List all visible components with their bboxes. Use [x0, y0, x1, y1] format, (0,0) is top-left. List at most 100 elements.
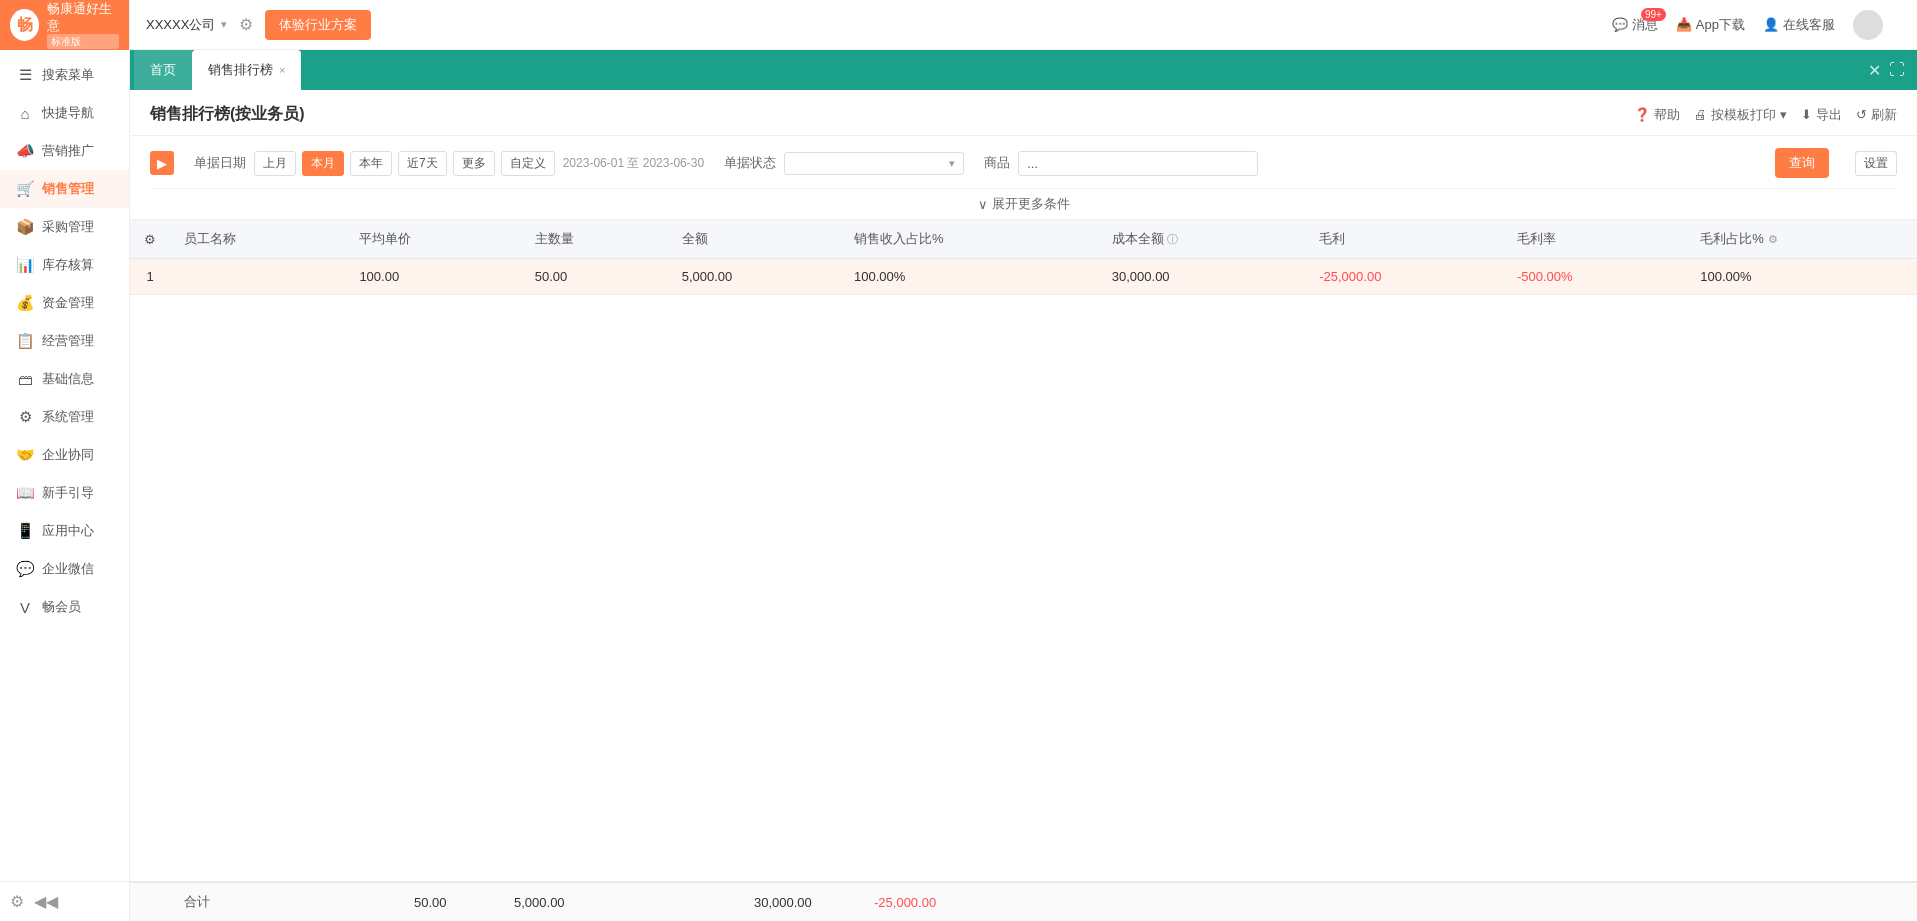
app-icon: 📱 — [16, 522, 34, 540]
app-download-button[interactable]: 📥 App下载 — [1676, 16, 1745, 34]
export-icon: ⬇ — [1801, 107, 1812, 122]
sidebar-item-wechat[interactable]: 💬 企业微信 — [0, 550, 129, 588]
settings-bottom-icon[interactable]: ⚙ — [10, 892, 24, 911]
sidebar-item-enterprise[interactable]: 🤝 企业协同 — [0, 436, 129, 474]
date-last-month-btn[interactable]: 上月 — [254, 151, 296, 176]
home-icon: ⌂ — [16, 105, 34, 122]
settings-button[interactable]: 设置 — [1855, 151, 1897, 176]
th-sales-ratio: 销售收入占比% — [840, 220, 1098, 259]
date-last7-btn[interactable]: 近7天 — [398, 151, 447, 176]
th-employee: 员工名称 — [170, 220, 345, 259]
th-avg-price: 平均单价 — [345, 220, 520, 259]
operations-icon: 📋 — [16, 332, 34, 350]
sidebar-item-system[interactable]: ⚙ 系统管理 — [0, 398, 129, 436]
th-settings[interactable]: ⚙ — [130, 220, 170, 259]
tab-close-window-icon[interactable]: ✕ — [1868, 61, 1881, 80]
date-more-btn[interactable]: 更多 — [453, 151, 495, 176]
sidebar-item-operations[interactable]: 📋 经营管理 — [0, 322, 129, 360]
company-selector[interactable]: XXXXX公司 ▾ — [146, 16, 227, 34]
status-label: 单据状态 — [724, 154, 776, 172]
gross-ratio-info-icon[interactable]: ⚙ — [1768, 233, 1778, 245]
sidebar-item-purchase[interactable]: 📦 采购管理 — [0, 208, 129, 246]
cell-avg-price: 100.00 — [345, 259, 520, 295]
content-area: 销售排行榜(按业务员) ❓ 帮助 🖨 按模板打印 ▾ ⬇ 导出 — [130, 90, 1917, 921]
date-custom-btn[interactable]: 自定义 — [501, 151, 555, 176]
goods-filter: 商品 ... — [984, 151, 1258, 176]
th-amount: 全额 — [668, 220, 840, 259]
collapse-icon[interactable]: ◀◀ — [34, 892, 58, 911]
th-main-qty: 主数量 — [521, 220, 668, 259]
sidebar-item-search[interactable]: ☰ 搜索菜单 — [0, 56, 129, 94]
cell-sales-ratio: 100.00% — [840, 259, 1098, 295]
th-cost-amount: 成本全额 ⓘ — [1098, 220, 1305, 259]
sidebar-bottom: ⚙ ◀◀ — [0, 881, 129, 921]
guide-icon: 📖 — [16, 484, 34, 502]
date-current-year-btn[interactable]: 本年 — [350, 151, 392, 176]
trial-button[interactable]: 体验行业方案 — [265, 10, 371, 40]
tab-sales-ranking[interactable]: 销售排行榜 × — [192, 50, 301, 90]
cell-gross-rate: -500.00% — [1503, 259, 1686, 295]
cell-gross-ratio: 100.00% — [1686, 259, 1917, 295]
template-print-button[interactable]: 🖨 按模板打印 ▾ — [1694, 106, 1787, 124]
goods-select[interactable]: ... — [1018, 151, 1258, 176]
sidebar-item-finance[interactable]: 💰 资金管理 — [0, 284, 129, 322]
status-select[interactable]: ▾ — [784, 152, 964, 175]
th-gross-rate: 毛利率 — [1503, 220, 1686, 259]
sidebar-item-marketing[interactable]: 📣 营销推广 — [0, 132, 129, 170]
online-support-button[interactable]: 👤 在线客服 — [1763, 16, 1835, 34]
export-button[interactable]: ⬇ 导出 — [1801, 106, 1842, 124]
goods-label: 商品 — [984, 154, 1010, 172]
date-current-month-btn[interactable]: 本月 — [302, 151, 344, 176]
cost-info-icon[interactable]: ⓘ — [1167, 233, 1178, 245]
page-header: 销售排行榜(按业务员) ❓ 帮助 🖨 按模板打印 ▾ ⬇ 导出 — [130, 90, 1917, 136]
topbar-right: 💬 消息 99+ 📥 App下载 👤 在线客服 — [1612, 10, 1901, 40]
sidebar-item-inventory[interactable]: 📊 库存核算 — [0, 246, 129, 284]
tabbar: 首页 销售排行榜 × ✕ ⛶ — [130, 50, 1917, 90]
query-button[interactable]: 查询 — [1775, 148, 1829, 178]
avatar[interactable] — [1853, 10, 1883, 40]
refresh-button[interactable]: ↺ 刷新 — [1856, 106, 1897, 124]
footer-cost-amount: 30,000.00 — [754, 895, 874, 910]
column-settings-icon[interactable]: ⚙ — [144, 232, 156, 247]
tab-home[interactable]: 首页 — [134, 50, 192, 90]
sidebar-item-guide[interactable]: 📖 新手引导 — [0, 474, 129, 512]
topbar-settings-icon[interactable]: ⚙ — [239, 15, 253, 34]
expand-more-button[interactable]: ∨ 展开更多条件 — [150, 188, 1897, 219]
cell-main-qty: 50.00 — [521, 259, 668, 295]
support-icon: 👤 — [1763, 17, 1779, 32]
marketing-icon: 📣 — [16, 142, 34, 160]
sidebar-item-basics[interactable]: 🗃 基础信息 — [0, 360, 129, 398]
system-icon: ⚙ — [16, 408, 34, 426]
main-area: XXXXX公司 ▾ ⚙ 体验行业方案 💬 消息 99+ 📥 App下载 👤 在线… — [130, 0, 1917, 921]
sidebar-item-vip[interactable]: V 畅会员 — [0, 588, 129, 626]
table-container: ⚙ 员工名称 平均单价 主数量 全额 销售收入占比% 成本全额 ⓘ 毛利 — [130, 220, 1917, 881]
sidebar-item-quicknav[interactable]: ⌂ 快捷导航 — [0, 94, 129, 132]
page-actions: ❓ 帮助 🖨 按模板打印 ▾ ⬇ 导出 ↺ 刷新 — [1634, 106, 1897, 124]
table-footer: 合计 50.00 5,000.00 30,000.00 -25,000.00 — [130, 881, 1917, 921]
download-icon: 📥 — [1676, 17, 1692, 32]
table-row: 1 100.00 50.00 5,000.00 100.00% 30,000.0… — [130, 259, 1917, 295]
filter-row-1: ▶ 单据日期 上月 本月 本年 近7天 更多 自定义 2023-06-01 至 … — [150, 148, 1897, 178]
filter-toggle-button[interactable]: ▶ — [150, 151, 174, 175]
date-range-text: 2023-06-01 至 2023-06-30 — [563, 155, 704, 172]
table-header-row: ⚙ 员工名称 平均单价 主数量 全额 销售收入占比% 成本全额 ⓘ 毛利 — [130, 220, 1917, 259]
vip-icon: V — [16, 599, 34, 616]
footer-gross: -25,000.00 — [874, 895, 994, 910]
tab-maximize-icon[interactable]: ⛶ — [1889, 61, 1905, 80]
th-gross: 毛利 — [1305, 220, 1503, 259]
footer-main-qty: 50.00 — [414, 895, 514, 910]
tab-close-icon[interactable]: × — [279, 64, 285, 76]
status-filter: 单据状态 ▾ — [724, 152, 964, 175]
help-button[interactable]: ❓ 帮助 — [1634, 106, 1680, 124]
sidebar-item-appstore[interactable]: 📱 应用中心 — [0, 512, 129, 550]
date-filter-buttons: 上月 本月 本年 近7天 更多 自定义 — [254, 151, 555, 176]
cell-employee — [170, 259, 345, 295]
finance-icon: 💰 — [16, 294, 34, 312]
sales-icon: 🛒 — [16, 180, 34, 198]
filter-bar: ▶ 单据日期 上月 本月 本年 近7天 更多 自定义 2023-06-01 至 … — [130, 136, 1917, 220]
date-label: 单据日期 — [194, 154, 246, 172]
purchase-icon: 📦 — [16, 218, 34, 236]
messages-button[interactable]: 💬 消息 99+ — [1612, 16, 1658, 34]
sidebar-item-sales[interactable]: 🛒 销售管理 — [0, 170, 129, 208]
refresh-icon: ↺ — [1856, 107, 1867, 122]
